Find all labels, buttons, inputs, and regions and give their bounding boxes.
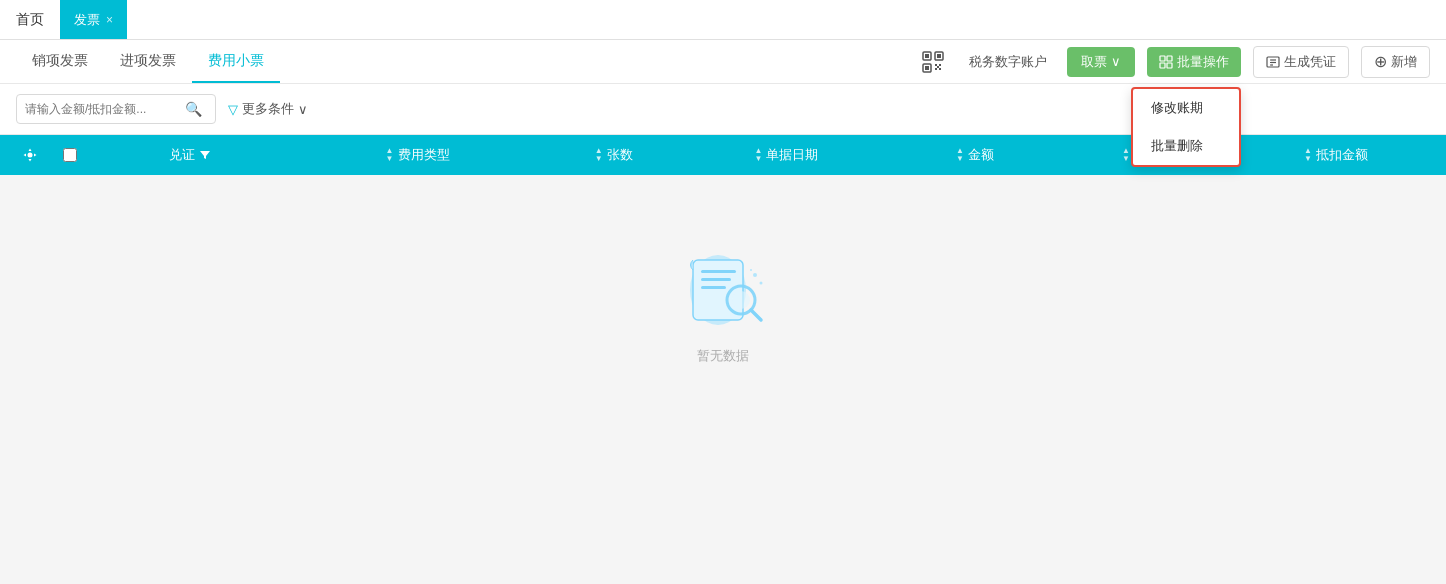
svg-rect-11 xyxy=(1160,56,1165,61)
th-count-label: 张数 xyxy=(607,146,633,164)
svg-rect-12 xyxy=(1167,56,1172,61)
add-icon: ⊕ xyxy=(1374,54,1387,70)
th-sort-up-expense: ▲▼ xyxy=(386,147,394,163)
sub-nav-item-sales[interactable]: 销项发票 xyxy=(16,40,104,83)
empty-state-text: 暂无数据 xyxy=(697,347,749,365)
svg-line-27 xyxy=(751,310,761,320)
th-sort-up-amount: ▲▼ xyxy=(956,147,964,163)
th-voucher-label: 兑证 xyxy=(169,146,195,164)
batch-op-label: 批量操作 xyxy=(1177,53,1229,71)
th-sort-up-date: ▲▼ xyxy=(755,147,763,163)
dropdown-item-batch-delete[interactable]: 批量删除 xyxy=(1133,127,1239,165)
svg-rect-9 xyxy=(939,68,941,70)
th-count: ▲▼ 张数 xyxy=(543,146,684,164)
th-sort-up-deduct-amount: ▲▼ xyxy=(1304,147,1312,163)
th-sort-up-deduct-rate: ▲▼ xyxy=(1122,147,1130,163)
svg-rect-5 xyxy=(925,66,929,70)
generate-voucher-button[interactable]: 生成凭证 xyxy=(1253,46,1349,78)
add-label: 新增 xyxy=(1391,53,1417,71)
sub-nav-label-expense: 费用小票 xyxy=(208,52,264,70)
sub-nav-label-purchase: 进项发票 xyxy=(120,52,176,70)
svg-rect-23 xyxy=(701,278,731,281)
get-ticket-button[interactable]: 取票 ∨ xyxy=(1067,47,1135,77)
th-sort-up-count: ▲▼ xyxy=(595,147,603,163)
batch-op-wrapper: 批量操作 修改账期 批量删除 xyxy=(1147,47,1241,77)
sub-nav: 销项发票 进项发票 费用小票 税务数字账户 xyxy=(0,40,1446,84)
th-date: ▲▼ 单据日期 xyxy=(684,146,888,164)
svg-point-29 xyxy=(760,282,763,285)
nav-tab-invoice[interactable]: 发票 × xyxy=(60,0,127,39)
batch-op-button[interactable]: 批量操作 xyxy=(1147,47,1241,77)
batch-dropdown-menu: 修改账期 批量删除 xyxy=(1131,87,1241,167)
svg-rect-7 xyxy=(939,64,941,66)
filter-button[interactable]: ▽ 更多条件 ∨ xyxy=(228,100,308,118)
svg-point-28 xyxy=(753,273,757,277)
svg-point-30 xyxy=(750,269,752,271)
th-amount-label: 金额 xyxy=(968,146,994,164)
svg-point-26 xyxy=(732,291,750,309)
dropdown-item-modify-period[interactable]: 修改账期 xyxy=(1133,89,1239,127)
sub-nav-right: 税务数字账户 取票 ∨ 批量操作 修改账期 批量删除 xyxy=(917,46,1430,78)
select-all-checkbox[interactable] xyxy=(63,148,77,162)
svg-rect-22 xyxy=(701,270,736,273)
get-ticket-arrow: ∨ xyxy=(1111,54,1121,69)
th-expense: ▲▼ 费用类型 xyxy=(292,146,543,164)
svg-rect-1 xyxy=(925,54,929,58)
filter-arrow: ∨ xyxy=(298,102,308,117)
svg-rect-24 xyxy=(701,286,726,289)
filter-label: 更多条件 xyxy=(242,100,294,118)
tax-account-button[interactable]: 税务数字账户 xyxy=(961,53,1055,71)
th-settings[interactable] xyxy=(8,147,52,163)
empty-state: 暂无数据 xyxy=(0,175,1446,405)
nav-tab-label: 发票 xyxy=(74,11,100,29)
th-expense-label: 费用类型 xyxy=(398,146,450,164)
top-nav: 首页 发票 × xyxy=(0,0,1446,40)
get-ticket-label: 取票 xyxy=(1081,53,1107,71)
svg-rect-6 xyxy=(935,64,937,66)
th-voucher-filter-icon xyxy=(199,149,211,161)
filter-icon: ▽ xyxy=(228,102,238,117)
add-button[interactable]: ⊕ 新增 xyxy=(1361,46,1430,78)
nav-home[interactable]: 首页 xyxy=(0,0,60,39)
nav-tab-close[interactable]: × xyxy=(106,13,113,27)
svg-rect-3 xyxy=(937,54,941,58)
empty-state-icon xyxy=(673,235,773,335)
th-deduct-amount-label: 抵扣金额 xyxy=(1316,146,1368,164)
sub-nav-left: 销项发票 进项发票 费用小票 xyxy=(16,40,280,83)
svg-rect-14 xyxy=(1167,63,1172,68)
svg-point-19 xyxy=(28,153,33,158)
th-amount: ▲▼ 金额 xyxy=(889,146,1062,164)
search-input[interactable] xyxy=(25,102,185,116)
th-deduct-amount: ▲▼ 抵扣金额 xyxy=(1234,146,1438,164)
svg-rect-10 xyxy=(937,66,939,68)
svg-rect-13 xyxy=(1160,63,1165,68)
sub-nav-item-expense[interactable]: 费用小票 xyxy=(192,40,280,83)
th-voucher: 兑证 xyxy=(88,146,292,164)
generate-voucher-label: 生成凭证 xyxy=(1284,53,1336,71)
svg-rect-21 xyxy=(693,260,743,320)
search-icon[interactable]: 🔍 xyxy=(185,101,202,117)
th-checkbox[interactable] xyxy=(52,148,88,162)
qr-code-button[interactable] xyxy=(917,46,949,78)
th-date-label: 单据日期 xyxy=(766,146,818,164)
search-box[interactable]: 🔍 xyxy=(16,94,216,124)
svg-rect-8 xyxy=(935,68,937,70)
sub-nav-item-purchase[interactable]: 进项发票 xyxy=(104,40,192,83)
sub-nav-label-sales: 销项发票 xyxy=(32,52,88,70)
